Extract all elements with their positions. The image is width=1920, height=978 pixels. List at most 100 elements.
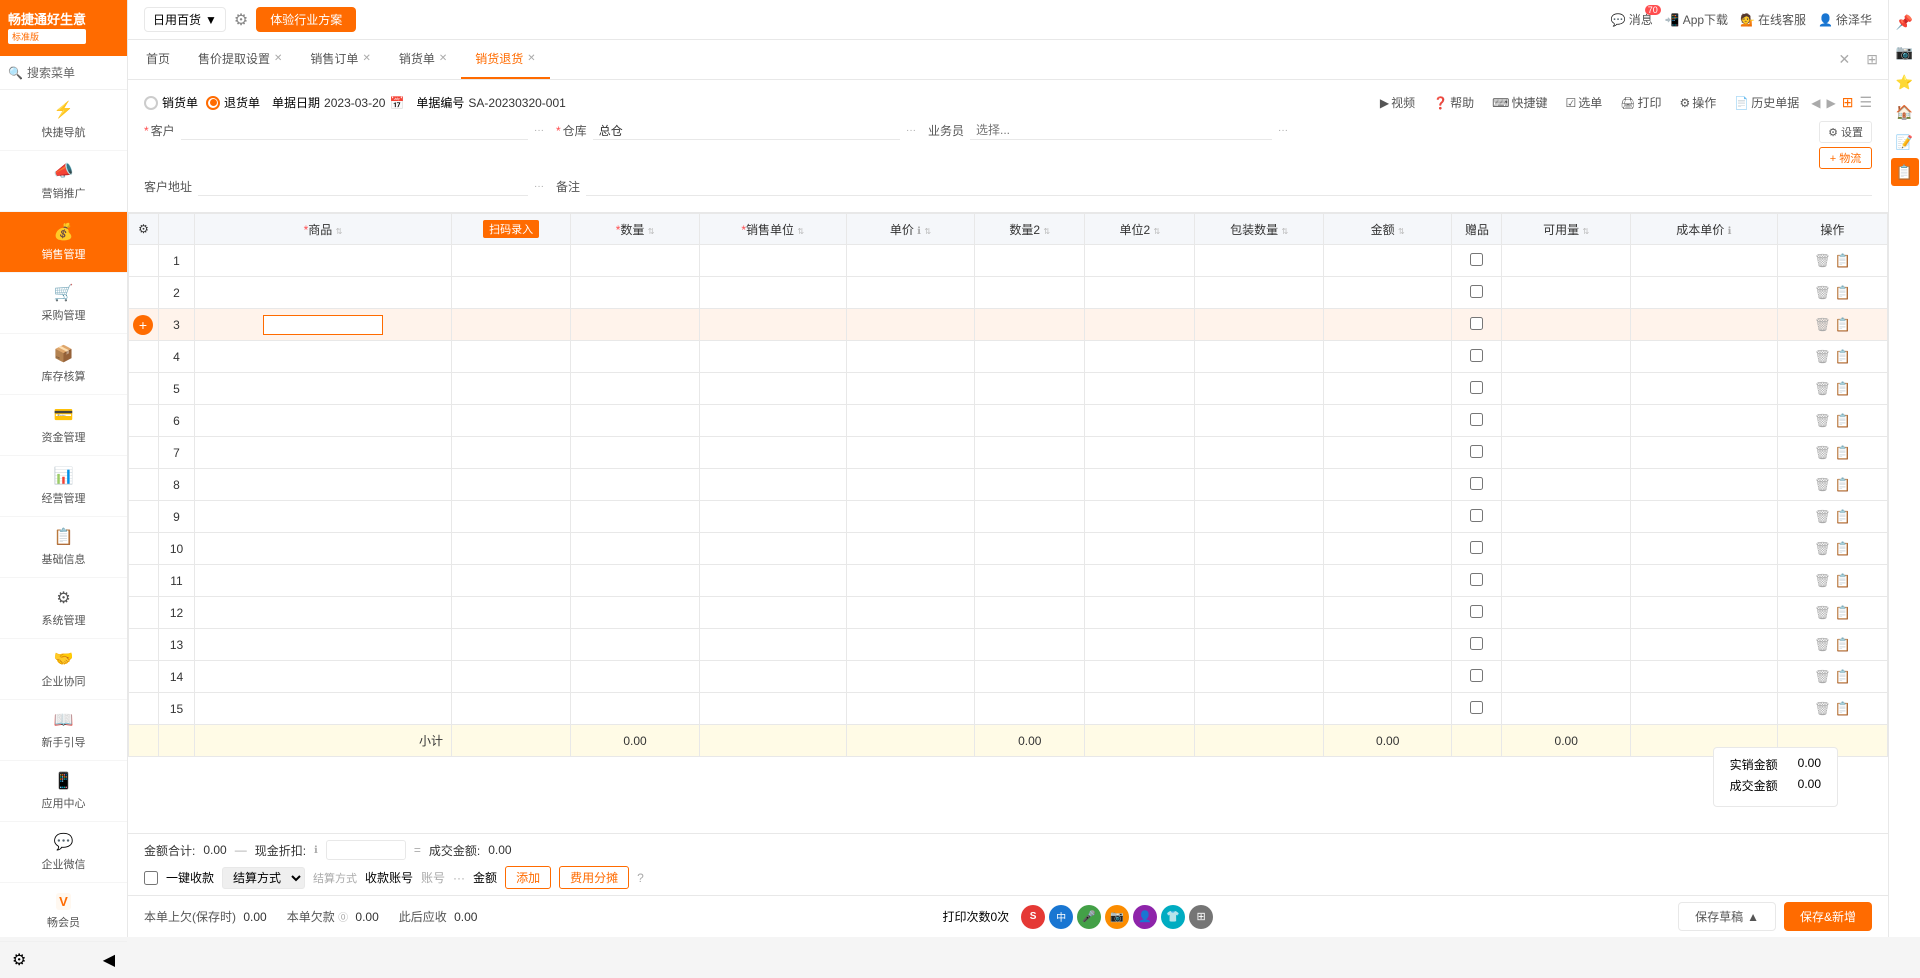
account-more-icon[interactable]: ···	[453, 871, 465, 885]
cost-unit-price-cell[interactable]	[1630, 437, 1777, 469]
gift-cell[interactable]	[1452, 565, 1502, 597]
cost-unit-price-cell[interactable]	[1630, 469, 1777, 501]
sidebar-item-guide[interactable]: 📖 新手引导	[0, 700, 127, 761]
discount-info-icon[interactable]: ℹ	[314, 845, 318, 856]
amount-cell[interactable]	[1323, 309, 1452, 341]
available-cell[interactable]	[1502, 469, 1631, 501]
product-cell[interactable]	[195, 565, 452, 597]
quantity-cell[interactable]	[571, 501, 700, 533]
cost-unit-price-cell[interactable]	[1630, 629, 1777, 661]
copy-row-icon[interactable]: 📋	[1835, 477, 1851, 493]
product-cell[interactable]	[195, 277, 452, 309]
unit2-cell[interactable]	[1085, 597, 1195, 629]
quantity-cell[interactable]	[571, 245, 700, 277]
online-service-btn[interactable]: 💁 在线客服	[1740, 11, 1806, 28]
product-cell[interactable]	[195, 629, 452, 661]
quantity2-cell[interactable]	[975, 373, 1085, 405]
sidebar-item-inventory[interactable]: 📦 库存核算	[0, 334, 127, 395]
unit2-cell[interactable]	[1085, 693, 1195, 725]
tool-shirt[interactable]: 👕	[1161, 905, 1185, 929]
cost-unit-price-cell[interactable]	[1630, 245, 1777, 277]
right-tool-5[interactable]: 📝	[1891, 128, 1919, 156]
sort-amount-icon[interactable]: ⇅	[1398, 227, 1405, 236]
gift-checkbox[interactable]	[1470, 445, 1483, 458]
unit2-cell[interactable]	[1085, 501, 1195, 533]
gift-cell[interactable]	[1452, 693, 1502, 725]
save-draft-btn[interactable]: 保存草稿 ▲	[1678, 902, 1776, 931]
operation-action[interactable]: ⚙ 操作	[1673, 92, 1722, 113]
gift-checkbox[interactable]	[1470, 605, 1483, 618]
address-more-icon[interactable]: ···	[534, 181, 544, 192]
tab-home[interactable]: 首页	[132, 40, 184, 79]
delete-row-icon[interactable]: 🗑	[1814, 317, 1831, 333]
product-input[interactable]	[263, 315, 383, 335]
pack-quantity-cell[interactable]	[1195, 469, 1324, 501]
gift-checkbox[interactable]	[1470, 285, 1483, 298]
sidebar-item-finance[interactable]: 💳 资金管理	[0, 395, 127, 456]
sidebar-item-purchase[interactable]: 🛒 采购管理	[0, 273, 127, 334]
sidebar-search-item[interactable]: 🔍 搜索菜单	[0, 56, 127, 90]
cost-unit-price-cell[interactable]	[1630, 533, 1777, 565]
pack-quantity-cell[interactable]	[1195, 373, 1324, 405]
available-cell[interactable]	[1502, 565, 1631, 597]
address-input[interactable]	[198, 177, 528, 196]
pack-quantity-cell[interactable]	[1195, 309, 1324, 341]
gift-checkbox[interactable]	[1470, 541, 1483, 554]
price-info-icon[interactable]: ℹ	[917, 226, 921, 237]
product-cell[interactable]	[195, 437, 452, 469]
sale-unit-cell[interactable]	[699, 277, 846, 309]
sidebar-item-member[interactable]: V 畅会员	[0, 883, 127, 941]
copy-row-icon[interactable]: 📋	[1835, 381, 1851, 397]
tool-more[interactable]: ⊞	[1189, 905, 1213, 929]
cost-unit-price-cell[interactable]	[1630, 309, 1777, 341]
amount-cell[interactable]	[1323, 533, 1452, 565]
quantity2-cell[interactable]	[975, 533, 1085, 565]
calendar-icon[interactable]: 📅	[389, 96, 404, 110]
customer-input[interactable]	[181, 121, 528, 140]
quantity-cell[interactable]	[571, 469, 700, 501]
tab-sale-order-close[interactable]: ✕	[362, 53, 370, 64]
settings-icon[interactable]: ⚙	[12, 950, 26, 970]
unit2-cell[interactable]	[1085, 629, 1195, 661]
amount-cell[interactable]	[1323, 469, 1452, 501]
help-action[interactable]: ❓ 帮助	[1427, 92, 1480, 113]
sale-unit-cell[interactable]	[699, 245, 846, 277]
pack-quantity-cell[interactable]	[1195, 629, 1324, 661]
copy-row-icon[interactable]: 📋	[1835, 317, 1851, 333]
sale-unit-cell[interactable]	[699, 341, 846, 373]
sidebar-item-system[interactable]: ⚙ 系统管理	[0, 578, 127, 639]
sort-price-icon[interactable]: ⇅	[924, 227, 931, 236]
copy-row-icon[interactable]: 📋	[1835, 637, 1851, 653]
unit-price-cell[interactable]	[846, 661, 975, 693]
gift-cell[interactable]	[1452, 661, 1502, 693]
quantity-cell[interactable]	[571, 597, 700, 629]
add-payment-btn[interactable]: 添加	[505, 866, 551, 889]
cost-unit-price-cell[interactable]	[1630, 661, 1777, 693]
pack-quantity-cell[interactable]	[1195, 245, 1324, 277]
onepay-checkbox[interactable]	[144, 871, 158, 885]
unit-price-cell[interactable]	[846, 341, 975, 373]
sale-unit-cell[interactable]	[699, 405, 846, 437]
sort-qty-icon[interactable]: ⇅	[648, 227, 655, 236]
tab-sale-price-close[interactable]: ✕	[274, 53, 282, 64]
unit-price-cell[interactable]	[846, 309, 975, 341]
quantity2-cell[interactable]	[975, 597, 1085, 629]
tab-close-all-icon[interactable]: ✕	[1833, 51, 1857, 68]
quantity-cell[interactable]	[571, 341, 700, 373]
amount-cell[interactable]	[1323, 693, 1452, 725]
gift-cell[interactable]	[1452, 501, 1502, 533]
next-record-icon[interactable]: ▶	[1826, 96, 1835, 110]
available-cell[interactable]	[1502, 245, 1631, 277]
quantity2-cell[interactable]	[975, 309, 1085, 341]
gift-checkbox[interactable]	[1470, 381, 1483, 394]
gift-checkbox[interactable]	[1470, 413, 1483, 426]
amount-cell[interactable]	[1323, 629, 1452, 661]
amount-cell[interactable]	[1323, 597, 1452, 629]
quantity-cell[interactable]	[571, 405, 700, 437]
copy-row-icon[interactable]: 📋	[1835, 669, 1851, 685]
tool-zh[interactable]: 中	[1049, 905, 1073, 929]
add-logistics-button[interactable]: + 物流	[1819, 147, 1872, 169]
unit2-cell[interactable]	[1085, 245, 1195, 277]
app-download-btn[interactable]: 📲 App下载	[1665, 11, 1728, 28]
quantity-cell[interactable]	[571, 373, 700, 405]
